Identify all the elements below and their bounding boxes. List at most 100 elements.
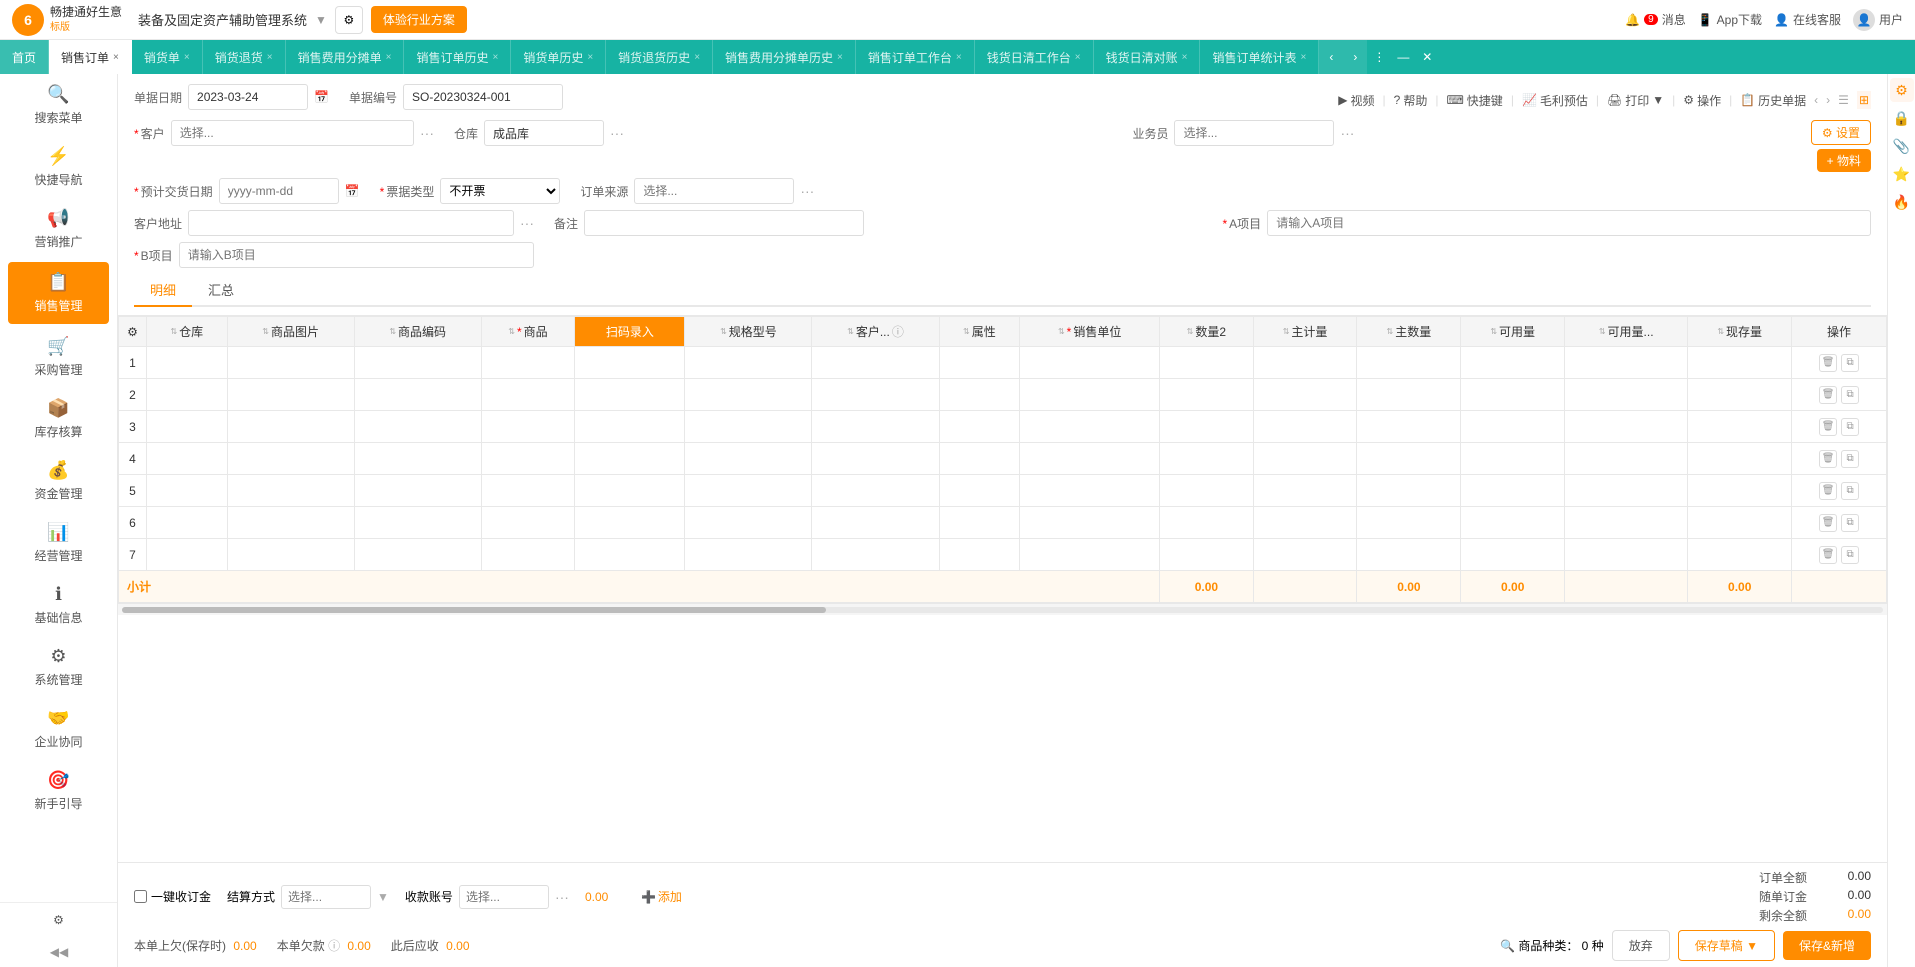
help-btn[interactable]: ? 帮助 [1394,92,1428,109]
delete-row-icon[interactable]: 🗑 [1819,418,1837,436]
dropdown-arrow-icon[interactable]: ▼ [315,13,327,27]
sidebar-item-search[interactable]: 🔍 搜索菜单 [0,74,117,136]
tab-close-icon[interactable]: × [113,52,119,63]
invoice-type-select[interactable]: 不开票 增值税普通发票 增值税专用发票 [440,178,560,204]
print-dropdown-icon[interactable]: ▼ [1652,93,1664,107]
sort-icon[interactable]: ⇅ [508,327,515,336]
tab-summary[interactable]: 汇总 [192,274,250,307]
tab-close-icon[interactable]: × [492,52,498,63]
nav-more-tabs-btn[interactable]: ⋮ [1367,40,1391,74]
remark-input[interactable] [584,210,864,236]
delete-row-icon[interactable]: 🗑 [1819,386,1837,404]
horizontal-scrollbar[interactable] [118,603,1887,615]
tab-sales-goods[interactable]: 销货单 × [132,40,203,74]
save-draft-dropdown-icon[interactable]: ▼ [1746,939,1758,953]
delete-row-icon[interactable]: 🗑 [1819,354,1837,372]
cell-main-qty[interactable] [1357,347,1461,379]
order-source-more-btn[interactable]: ··· [800,183,814,199]
cell-available2[interactable] [1565,347,1688,379]
tab-close-icon[interactable]: × [837,52,843,63]
ops-btn[interactable]: ⚙ 操作 [1683,92,1721,109]
tab-sales-return-history[interactable]: 销货退货历史 × [606,40,713,74]
tab-sales-order-history[interactable]: 销售订单历史 × [404,40,511,74]
sort-icon[interactable]: ⇅ [1187,327,1194,336]
sort-icon[interactable]: ⇅ [1490,327,1497,336]
add-material-btn[interactable]: + 物料 [1817,149,1871,172]
trial-btn[interactable]: 体验行业方案 [371,6,467,33]
right-panel-link-icon[interactable]: 📎 [1890,134,1914,158]
copy-row-icon[interactable]: ⧉ [1841,482,1859,500]
tab-sales-workbench[interactable]: 销售订单工作台 × [856,40,975,74]
cell-spec[interactable] [685,347,812,379]
print-btn[interactable]: 🖨 打印 ▼ [1607,92,1664,109]
tab-detail[interactable]: 明细 [134,274,192,307]
tab-home[interactable]: 首页 [0,40,49,74]
tab-sales-stats[interactable]: 销售订单统计表 × [1200,40,1319,74]
salesperson-more-btn[interactable]: ··· [1340,125,1354,141]
online-service-btn[interactable]: 👤 在线客服 [1774,11,1841,28]
cell-unit[interactable] [1020,347,1160,379]
calendar-icon[interactable]: 📅 [314,90,329,104]
settings-panel-btn[interactable]: ⚙ 设置 [1811,120,1871,145]
calendar2-icon[interactable]: 📅 [345,184,360,198]
tab-sales-cost-history[interactable]: 销售费用分摊单历史 × [713,40,856,74]
sidebar-item-guide[interactable]: 🎯 新手引导 [0,760,117,822]
a-project-input[interactable] [1267,210,1871,236]
nav-close-all-btn[interactable]: ✕ [1415,40,1439,74]
th-scan[interactable]: 扫码录入 [575,317,685,347]
delete-row-icon[interactable]: 🗑 [1819,546,1837,564]
cell-stock[interactable] [1688,347,1792,379]
sidebar-item-inventory[interactable]: 📦 库存核算 [0,388,117,450]
sidebar-item-system[interactable]: ⚙ 系统管理 [0,636,117,698]
payment-method-input[interactable] [281,885,371,909]
cell-attribute[interactable] [939,347,1020,379]
view-mode-grid-icon[interactable]: ⊞ [1857,91,1871,109]
th-settings[interactable]: ⚙ [119,317,147,347]
sidebar-settings-btn[interactable]: ⚙ [0,903,117,937]
shortcut-btn[interactable]: ⌨ 快捷键 [1446,92,1502,109]
payment-method-dropdown-icon[interactable]: ▼ [377,890,389,904]
address-input[interactable] [188,210,514,236]
salesperson-input[interactable] [1174,120,1334,146]
tab-close-icon[interactable]: × [587,52,593,63]
tab-close-icon[interactable]: × [386,52,392,63]
sidebar-item-marketing[interactable]: 📢 营销推广 [0,198,117,260]
cell-code[interactable] [354,347,481,379]
sort-icon[interactable]: ⇅ [389,327,396,336]
sidebar-item-finance[interactable]: 💰 资金管理 [0,450,117,512]
copy-row-icon[interactable]: ⧉ [1841,450,1859,468]
delete-row-icon[interactable]: 🗑 [1819,482,1837,500]
sort-icon[interactable]: ⇅ [1283,327,1290,336]
tab-close-icon[interactable]: × [267,52,273,63]
tab-sales-cost[interactable]: 销售费用分摊单 × [286,40,405,74]
sort-icon[interactable]: ⇅ [963,327,970,336]
account-input[interactable] [459,885,549,909]
sidebar-item-operations[interactable]: 📊 经营管理 [0,512,117,574]
info-icon2[interactable]: ⓘ [328,939,340,953]
order-no-input[interactable] [403,84,563,110]
nav-next-arrow[interactable]: › [1343,40,1367,74]
warehouse-input[interactable] [484,120,604,146]
save-new-btn[interactable]: 保存&新增 [1783,931,1871,960]
notification-btn[interactable]: 🔔 9 消息 [1625,11,1686,28]
save-draft-btn[interactable]: 保存草稿 ▼ [1678,930,1775,961]
info-icon[interactable]: ⓘ [892,323,904,340]
tab-cash-reconcile[interactable]: 钱货日清对账 × [1094,40,1201,74]
tab-sales-goods-history[interactable]: 销货单历史 × [511,40,606,74]
right-panel-lock-icon[interactable]: 🔒 [1890,106,1914,130]
tab-close-icon[interactable]: × [694,52,700,63]
nav-prev-arrow[interactable]: ‹ [1319,40,1343,74]
right-panel-star-icon[interactable]: ⭐ [1890,162,1914,186]
sidebar-item-quicknav[interactable]: ⚡ 快捷导航 [0,136,117,198]
tab-close-icon[interactable]: × [1182,52,1188,63]
scrollbar-thumb[interactable] [122,607,826,613]
cell-available[interactable] [1461,347,1565,379]
sort-icon[interactable]: ⇅ [847,327,854,336]
column-settings-icon[interactable]: ⚙ [127,325,138,339]
tab-sales-order[interactable]: 销售订单 × [49,40,132,74]
tab-close-icon[interactable]: × [956,52,962,63]
tab-close-icon[interactable]: × [1075,52,1081,63]
sidebar-item-basicinfo[interactable]: ℹ 基础信息 [0,574,117,636]
sort-icon[interactable]: ⇅ [170,327,177,336]
app-download-btn[interactable]: 📱 App下载 [1698,11,1762,28]
